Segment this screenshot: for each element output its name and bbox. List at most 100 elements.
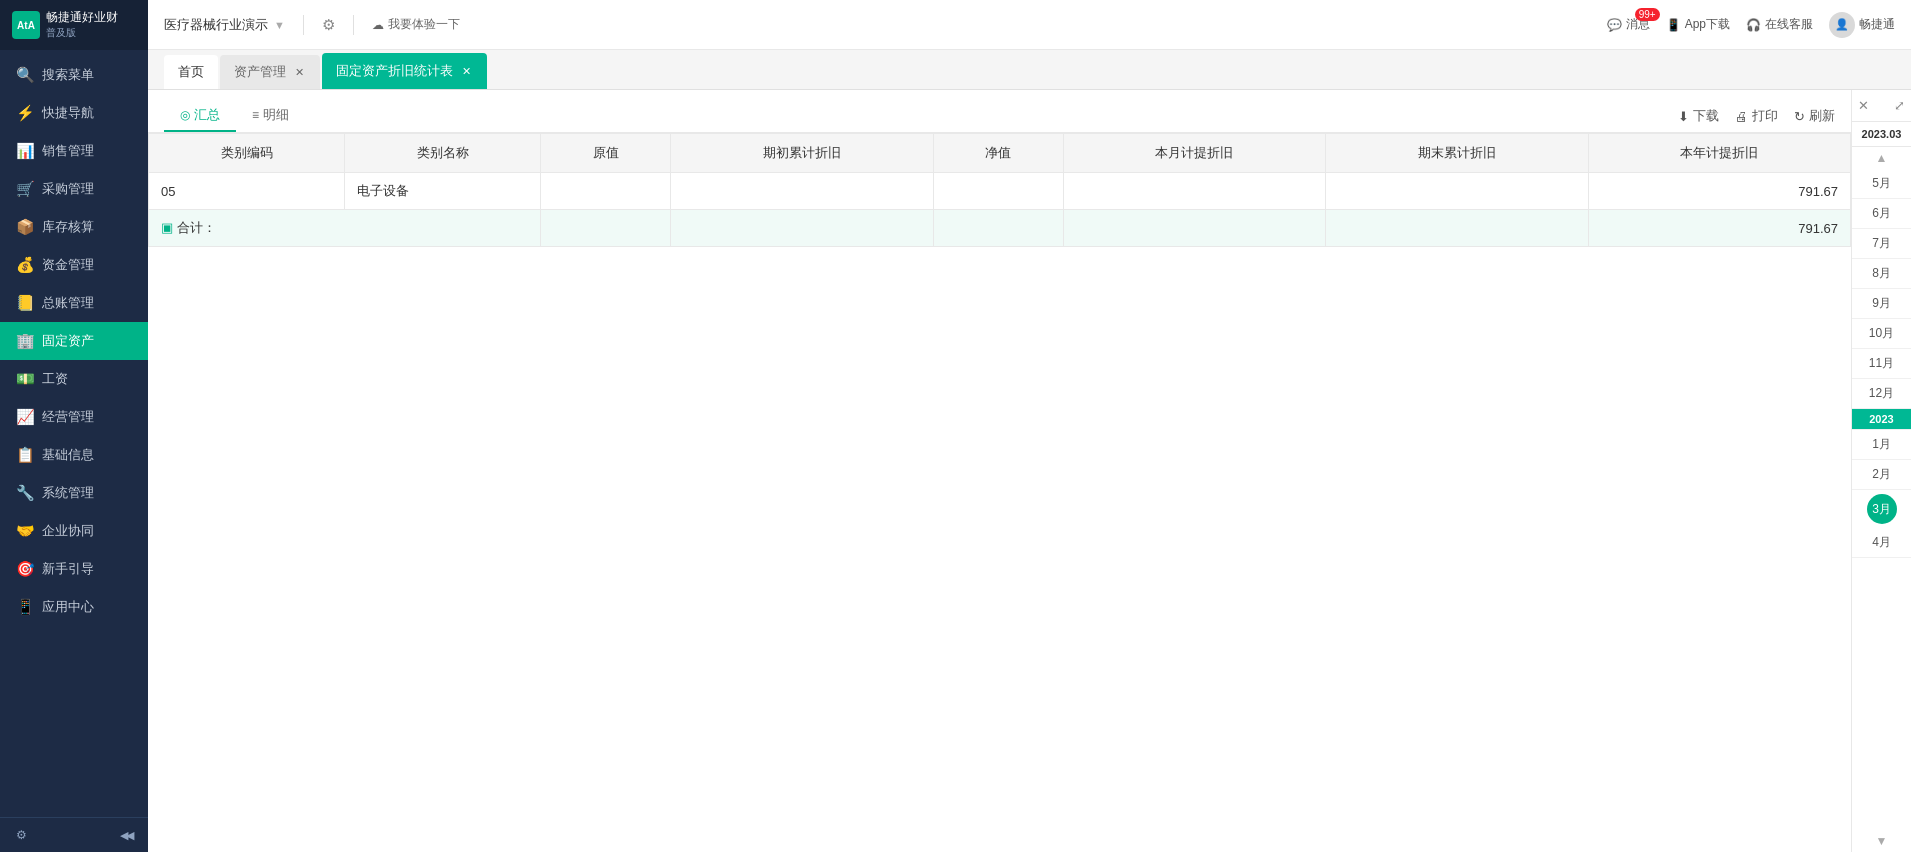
date-item-1[interactable]: 1月 (1852, 430, 1911, 460)
sidebar-logo: AtA (12, 11, 40, 39)
date-item-5[interactable]: 5月 (1852, 169, 1911, 199)
experience-button[interactable]: ☁ 我要体验一下 (372, 16, 460, 33)
sidebar-item-enterprise[interactable]: 🤝 企业协同 (0, 512, 148, 550)
sub-tab-summary[interactable]: ◎ 汇总 (164, 100, 236, 132)
total-month-depreciation (1063, 210, 1325, 247)
tab-depreciation-report-label: 固定资产折旧统计表 (336, 62, 453, 80)
download-icon: ⬇ (1678, 109, 1689, 124)
total-end-depreciation (1326, 210, 1588, 247)
sidebar-item-label: 基础信息 (42, 446, 94, 464)
table-wrapper: 类别编码 类别名称 原值 期初累计折旧 净值 本月计提折旧 期末累计折旧 本年计… (148, 133, 1851, 852)
app-center-icon: 📱 (16, 598, 34, 616)
sidebar-item-label: 库存核算 (42, 218, 94, 236)
settings-icon[interactable]: ⚙ (16, 828, 27, 842)
search-icon: 🔍 (16, 66, 34, 84)
sidebar-item-label: 工资 (42, 370, 68, 388)
sidebar-item-system[interactable]: 🔧系统管理 (0, 474, 148, 512)
date-item-2[interactable]: 2月 (1852, 460, 1911, 490)
date-scroll-up[interactable]: ▲ (1852, 147, 1911, 169)
messages-button[interactable]: 💬 消息 99+ (1607, 16, 1650, 33)
sidebar-item-basic-info[interactable]: 📋 基础信息 (0, 436, 148, 474)
download-button[interactable]: ⬇ 下载 (1678, 107, 1719, 125)
tab-depreciation-report-close[interactable]: ✕ (459, 64, 473, 78)
purchase-icon: 🛒 (16, 180, 34, 198)
sidebar-item-label: 固定资产 (42, 332, 94, 350)
date-year-2023[interactable]: 2023 (1852, 409, 1911, 430)
cell-net (933, 173, 1063, 210)
topbar-divider-2 (353, 15, 354, 35)
sidebar-item-operations[interactable]: 📈经营管理 (0, 398, 148, 436)
date-panel-expand-icon[interactable]: ⤢ (1894, 98, 1905, 113)
sidebar-item-label: 企业协同 (42, 522, 94, 540)
cell-name: 电子设备 (345, 173, 541, 210)
col-month-depreciation: 本月计提折旧 (1063, 134, 1325, 173)
sidebar-footer: ⚙ ◀◀ (0, 817, 148, 852)
right-date-panel: ✕ ⤢ 2023.03 ▲ 5月 6月 7月 8月 9月 10月 11月 12月… (1851, 90, 1911, 852)
sub-tab-detail[interactable]: ≡ 明细 (236, 100, 305, 132)
date-panel-current: 2023.03 (1852, 122, 1911, 147)
tab-home[interactable]: 首页 (164, 55, 218, 89)
topbar-right: 💬 消息 99+ 📱 App下载 🎧 在线客服 👤 畅捷通 (1607, 12, 1895, 38)
refresh-label: 刷新 (1809, 107, 1835, 125)
tab-asset-management[interactable]: 资产管理 ✕ (220, 55, 320, 89)
app-download-button[interactable]: 📱 App下载 (1666, 16, 1730, 33)
sidebar-item-guide[interactable]: 🎯新手引导 (0, 550, 148, 588)
print-label: 打印 (1752, 107, 1778, 125)
cell-code: 05 (149, 173, 345, 210)
sidebar-item-search[interactable]: 🔍搜索菜单 (0, 56, 148, 94)
date-item-7[interactable]: 7月 (1852, 229, 1911, 259)
date-item-3-selected[interactable]: 3月 (1867, 494, 1897, 524)
refresh-button[interactable]: ↻ 刷新 (1794, 107, 1835, 125)
topbar-settings-icon[interactable]: ⚙ (322, 16, 335, 34)
experience-label: 我要体验一下 (388, 16, 460, 33)
sidebar-item-ledger[interactable]: 📒总账管理 (0, 284, 148, 322)
sidebar-item-purchase[interactable]: 🛒采购管理 (0, 170, 148, 208)
cloud-icon: ☁ (372, 18, 384, 32)
finance-icon: 💰 (16, 256, 34, 274)
company-name: 医疗器械行业演示 (164, 16, 268, 34)
sidebar-header: AtA 畅捷通好业财 普及版 (0, 0, 148, 50)
enterprise-icon: 🤝 (16, 522, 34, 540)
sidebar-item-finance[interactable]: 💰资金管理 (0, 246, 148, 284)
sub-tab-detail-label: 明细 (263, 106, 289, 124)
date-item-10[interactable]: 10月 (1852, 319, 1911, 349)
cell-month-depreciation (1063, 173, 1325, 210)
sidebar: AtA 畅捷通好业财 普及版 🔍搜索菜单⚡快捷导航📊销售管理🛒采购管理📦库存核算… (0, 0, 148, 852)
sidebar-item-app-center[interactable]: 📱 应用中心 (0, 588, 148, 626)
sidebar-item-inventory[interactable]: 📦库存核算 (0, 208, 148, 246)
sidebar-item-label: 应用中心 (42, 598, 94, 616)
sidebar-item-fixed-assets[interactable]: 🏢固定资产 (0, 322, 148, 360)
date-panel-close-icon[interactable]: ✕ (1858, 98, 1869, 113)
date-item-8[interactable]: 8月 (1852, 259, 1911, 289)
tab-depreciation-report[interactable]: 固定资产折旧统计表 ✕ (322, 53, 487, 89)
date-item-4[interactable]: 4月 (1852, 528, 1911, 558)
sidebar-item-quick-nav[interactable]: ⚡快捷导航 (0, 94, 148, 132)
date-item-6[interactable]: 6月 (1852, 199, 1911, 229)
sidebar-item-sales[interactable]: 📊销售管理 (0, 132, 148, 170)
col-name: 类别名称 (345, 134, 541, 173)
print-button[interactable]: 🖨 打印 (1735, 107, 1778, 125)
customer-service-button[interactable]: 🎧 在线客服 (1746, 16, 1813, 33)
guide-icon: 🎯 (16, 560, 34, 578)
sub-tab-summary-label: 汇总 (194, 106, 220, 124)
date-scroll-down[interactable]: ▼ (1852, 830, 1911, 852)
message-icon: 💬 (1607, 18, 1622, 32)
quick-nav-icon: ⚡ (16, 104, 34, 122)
date-item-11[interactable]: 11月 (1852, 349, 1911, 379)
download-label: 下载 (1693, 107, 1719, 125)
tab-asset-management-close[interactable]: ✕ (292, 65, 306, 79)
operations-icon: 📈 (16, 408, 34, 426)
user-menu[interactable]: 👤 畅捷通 (1829, 12, 1895, 38)
company-selector[interactable]: 医疗器械行业演示 ▼ (164, 16, 285, 34)
sidebar-item-payroll[interactable]: 💵工资 (0, 360, 148, 398)
download-icon: 📱 (1666, 18, 1681, 32)
table-total-row: ▣合计： 791.67 (149, 210, 1851, 247)
date-panel-header: ✕ ⤢ (1852, 90, 1911, 122)
collapse-icon[interactable]: ◀◀ (120, 829, 132, 842)
sales-icon: 📊 (16, 142, 34, 160)
basic-info-icon: 📋 (16, 446, 34, 464)
tab-asset-management-label: 资产管理 (234, 63, 286, 81)
date-item-12[interactable]: 12月 (1852, 379, 1911, 409)
customer-service-label: 在线客服 (1765, 16, 1813, 33)
date-item-9[interactable]: 9月 (1852, 289, 1911, 319)
